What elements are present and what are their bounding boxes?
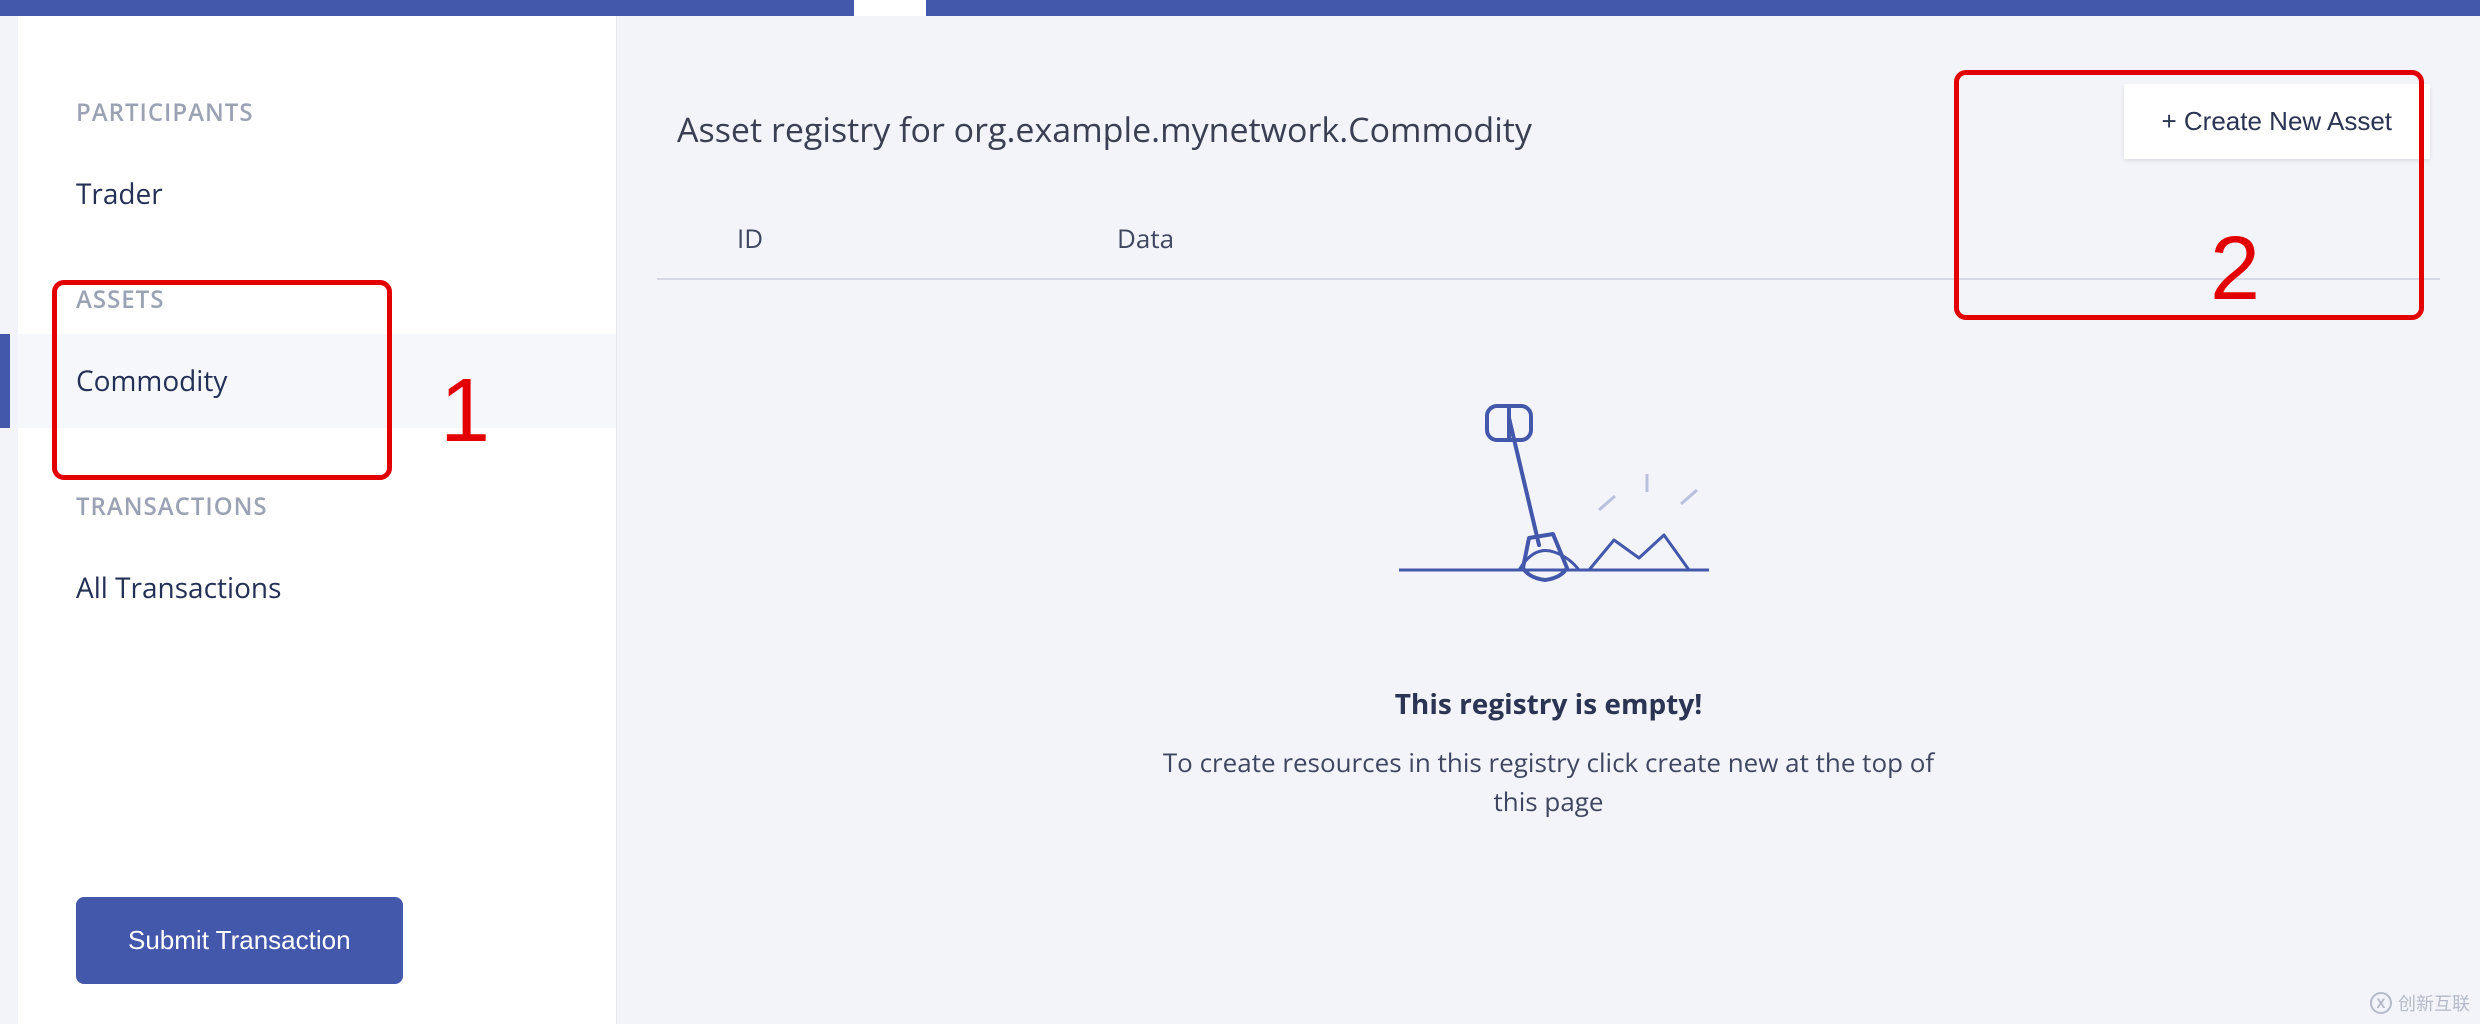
empty-state-title: This registry is empty!	[1395, 685, 1703, 723]
sidebar-left-gutter	[0, 16, 18, 1024]
top-bar	[0, 0, 2480, 16]
submit-wrap: Submit Transaction	[18, 857, 616, 1024]
sidebar: PARTICIPANTS Trader ASSETS Commodity TRA…	[18, 16, 616, 1024]
section-header-participants: PARTICIPANTS	[18, 78, 616, 147]
sidebar-item-trader[interactable]: Trader	[18, 147, 616, 241]
column-header-data: Data	[1117, 220, 2440, 256]
active-tab-notch	[854, 0, 926, 16]
empty-state-subtitle: To create resources in this registry cli…	[1139, 743, 1959, 821]
submit-transaction-button[interactable]: Submit Transaction	[76, 897, 403, 984]
sidebar-item-all-transactions[interactable]: All Transactions	[18, 541, 616, 635]
table-header: ID Data	[657, 198, 2440, 280]
section-header-transactions: TRANSACTIONS	[18, 472, 616, 541]
main-content: Asset registry for org.example.mynetwork…	[616, 16, 2480, 1024]
section-header-assets: ASSETS	[18, 265, 616, 334]
sidebar-item-commodity[interactable]: Commodity	[18, 334, 616, 428]
layout: PARTICIPANTS Trader ASSETS Commodity TRA…	[0, 16, 2480, 1024]
watermark-text: 创新互联	[2398, 990, 2470, 1016]
create-new-asset-button[interactable]: + Create New Asset	[2124, 84, 2431, 159]
watermark-icon: X	[2370, 992, 2392, 1014]
empty-state: This registry is empty! To create resour…	[617, 280, 2480, 821]
column-header-id: ID	[737, 220, 1117, 256]
watermark: X 创新互联	[2370, 990, 2470, 1016]
empty-state-icon	[1379, 400, 1719, 605]
